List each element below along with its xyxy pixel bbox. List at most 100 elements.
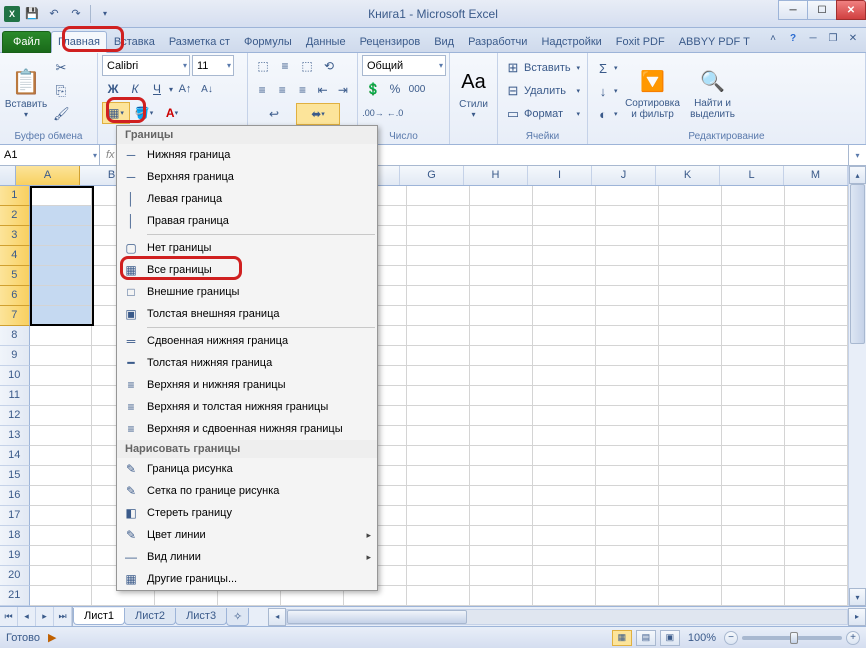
cell[interactable]: [30, 326, 93, 346]
zoom-slider[interactable]: [742, 636, 842, 640]
insert-cells-button[interactable]: ⊞Вставить▾: [502, 57, 583, 79]
cell[interactable]: [30, 226, 93, 246]
font-color-button[interactable]: A▾: [158, 102, 186, 124]
cell[interactable]: [30, 206, 93, 226]
cell[interactable]: [470, 566, 533, 586]
cell[interactable]: [722, 306, 785, 326]
cell[interactable]: [407, 266, 470, 286]
cell[interactable]: [407, 406, 470, 426]
menu-item-dbl-bottom[interactable]: ═Сдвоенная нижняя граница: [117, 330, 377, 352]
cell[interactable]: [470, 426, 533, 446]
cell[interactable]: [785, 526, 848, 546]
cell[interactable]: [30, 386, 93, 406]
cell[interactable]: [30, 566, 93, 586]
hscroll-thumb[interactable]: [287, 610, 467, 624]
cell[interactable]: [407, 286, 470, 306]
cell[interactable]: [30, 286, 93, 306]
cell[interactable]: [659, 506, 722, 526]
cell[interactable]: [596, 526, 659, 546]
cell[interactable]: [407, 346, 470, 366]
cell[interactable]: [30, 586, 93, 606]
cell[interactable]: [596, 366, 659, 386]
cell[interactable]: [470, 466, 533, 486]
cell[interactable]: [470, 546, 533, 566]
cell[interactable]: [659, 546, 722, 566]
cell[interactable]: [722, 326, 785, 346]
tab-foxit[interactable]: Foxit PDF: [609, 31, 672, 52]
cell[interactable]: [785, 406, 848, 426]
cell[interactable]: [407, 306, 470, 326]
cell[interactable]: [722, 286, 785, 306]
grow-font-button[interactable]: A↑: [174, 78, 196, 100]
horizontal-scrollbar[interactable]: [286, 609, 848, 625]
qat-redo-icon[interactable]: ↷: [66, 4, 86, 24]
sheet-tab-3[interactable]: Лист3: [175, 608, 227, 625]
cell[interactable]: [470, 586, 533, 606]
cell[interactable]: [659, 186, 722, 206]
font-name-combo[interactable]: Calibri▾: [102, 55, 190, 76]
cell[interactable]: [785, 226, 848, 246]
cell[interactable]: [470, 526, 533, 546]
cell[interactable]: [785, 266, 848, 286]
scroll-up-button[interactable]: ▴: [849, 166, 866, 184]
cell[interactable]: [722, 486, 785, 506]
cell[interactable]: [722, 386, 785, 406]
menu-item-color[interactable]: ✎Цвет линии▸: [117, 524, 377, 546]
cell[interactable]: [596, 326, 659, 346]
scroll-down-button[interactable]: ▾: [849, 588, 866, 606]
cell[interactable]: [659, 286, 722, 306]
cut-button[interactable]: ✂: [50, 57, 72, 79]
cell[interactable]: [785, 546, 848, 566]
zoom-level[interactable]: 100%: [688, 632, 716, 644]
minimize-button[interactable]: ─: [778, 0, 808, 20]
sheet-tab-1[interactable]: Лист1: [73, 608, 125, 625]
row-header[interactable]: 2: [0, 206, 30, 226]
sheet-nav-last[interactable]: ⏭: [54, 607, 72, 626]
shrink-font-button[interactable]: A↓: [196, 78, 218, 100]
cell[interactable]: [533, 366, 596, 386]
decrease-decimal-button[interactable]: ←.0: [384, 102, 406, 124]
cell[interactable]: [596, 206, 659, 226]
cell[interactable]: [533, 186, 596, 206]
increase-decimal-button[interactable]: .00→: [362, 102, 384, 124]
cell[interactable]: [533, 566, 596, 586]
cell[interactable]: [533, 246, 596, 266]
cell[interactable]: [785, 426, 848, 446]
select-all-corner[interactable]: [0, 166, 16, 185]
cell[interactable]: [533, 446, 596, 466]
cell[interactable]: [659, 386, 722, 406]
row-header[interactable]: 12: [0, 406, 30, 426]
cell[interactable]: [722, 446, 785, 466]
row-header[interactable]: 14: [0, 446, 30, 466]
cell[interactable]: [596, 486, 659, 506]
cell[interactable]: [659, 366, 722, 386]
comma-button[interactable]: 000: [406, 78, 428, 100]
row-header[interactable]: 10: [0, 366, 30, 386]
row-header[interactable]: 5: [0, 266, 30, 286]
align-center-button[interactable]: ≡: [272, 79, 292, 101]
cell[interactable]: [407, 566, 470, 586]
menu-item-right[interactable]: │Правая граница: [117, 210, 377, 232]
cell[interactable]: [785, 506, 848, 526]
cell[interactable]: [722, 506, 785, 526]
tab-addins[interactable]: Надстройки: [534, 31, 608, 52]
cell[interactable]: [596, 506, 659, 526]
column-header[interactable]: K: [656, 166, 720, 185]
align-right-button[interactable]: ≡: [292, 79, 312, 101]
column-header[interactable]: I: [528, 166, 592, 185]
cell[interactable]: [470, 306, 533, 326]
cell[interactable]: [596, 286, 659, 306]
cell[interactable]: [30, 346, 93, 366]
wrap-text-button[interactable]: ↩: [252, 103, 296, 125]
cell[interactable]: [596, 466, 659, 486]
cell[interactable]: [30, 526, 93, 546]
fill-color-button[interactable]: 🪣▾: [130, 102, 158, 124]
cell[interactable]: [407, 546, 470, 566]
menu-item-outside[interactable]: □Внешние границы: [117, 281, 377, 303]
zoom-thumb[interactable]: [790, 632, 798, 644]
cell[interactable]: [722, 586, 785, 606]
cell[interactable]: [407, 486, 470, 506]
cell[interactable]: [30, 266, 93, 286]
cell[interactable]: [407, 506, 470, 526]
cell[interactable]: [407, 446, 470, 466]
